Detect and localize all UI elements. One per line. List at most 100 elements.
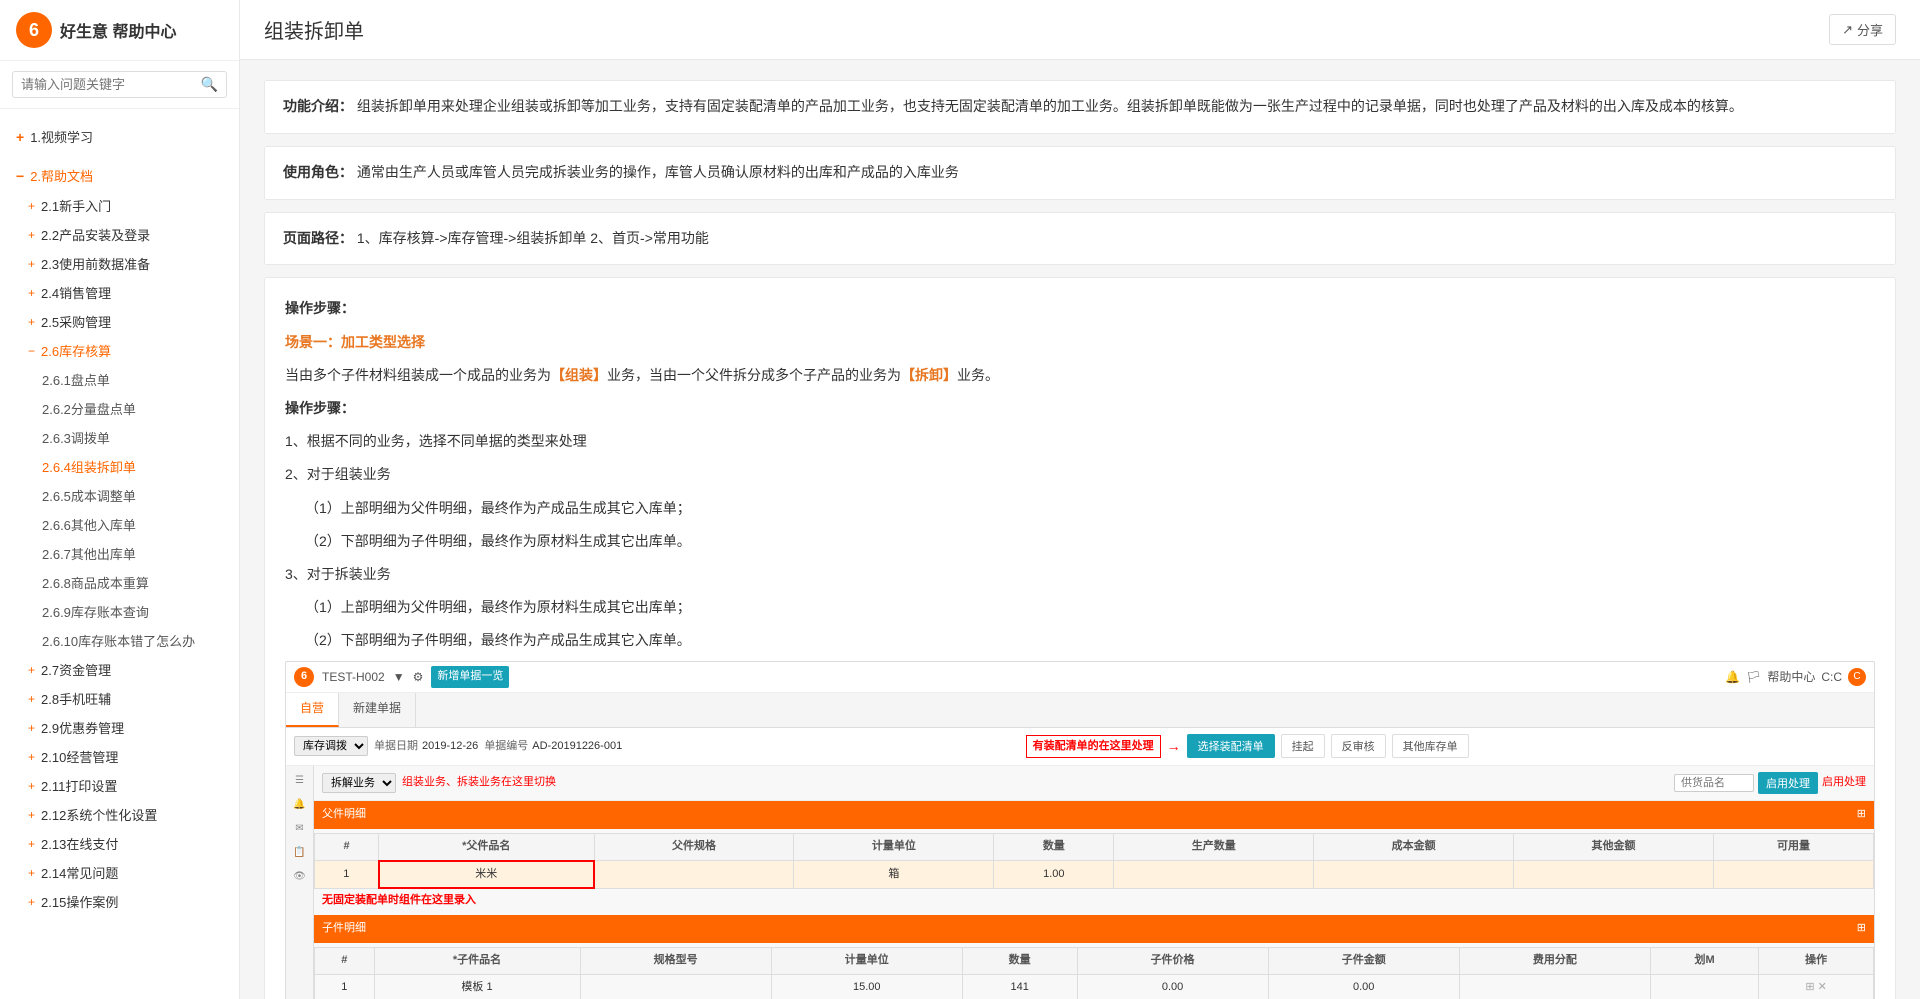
ss-select-btn[interactable]: 选择装配清单: [1187, 734, 1275, 758]
plus-icon: +: [28, 315, 35, 329]
ss-new-btn[interactable]: 新增单据一览: [431, 666, 509, 688]
ss-action-btn3[interactable]: 其他库存单: [1392, 734, 1469, 758]
sidebar-leaf-262[interactable]: 2.6.2分量盘点单: [0, 394, 239, 423]
sidebar-item-purchase[interactable]: + 2.5采购管理: [0, 307, 239, 336]
sidebar-sub-label: 2.1新手入门: [41, 196, 111, 215]
step2-sub1: （1）上部明细为父件明细，最终作为产成品生成其它入库单；: [285, 496, 1875, 521]
minus-icon: −: [16, 168, 24, 184]
ss-annotation-area: 有装配清单的在这里处理 → 选择装配清单 挂起 反审核 其他库存单: [628, 734, 1866, 759]
sidebar-leaf-269[interactable]: 2.6.9库存账本查询: [0, 597, 239, 626]
intro-text: 组装拆卸单用来处理企业组装或拆卸等加工业务，支持有固定装配清单的产品加工业务，也…: [357, 98, 1743, 114]
sidebar-item-cases[interactable]: + 2.15操作案例: [0, 887, 239, 916]
ss-biz-type[interactable]: 拆解业务: [322, 773, 396, 793]
ss-lr-n2: [580, 974, 771, 999]
sidebar-sub-label: 2.15操作案例: [41, 892, 118, 911]
ss-main-body: 拆解业务 组装业务、拆装业务在这里切换 启用处理 启用处理: [314, 766, 1874, 999]
ss-icon-3: ✉: [295, 820, 303, 838]
screenshot-body: ☰ 🔔 ✉ 📋 👁 拆解业务 组装业务、拆装业务在这里切换: [286, 766, 1874, 999]
sidebar-sub-label: 2.6库存核算: [41, 341, 111, 360]
ss-action-btn1[interactable]: 挂起: [1281, 734, 1325, 758]
step3-sub2: （2）下部明细为子件明细，最终作为产成品生成其它入库单。: [285, 628, 1875, 653]
ss-cell-cost: [1314, 861, 1514, 889]
ss-date-value: 2019-12-26: [422, 737, 478, 757]
sidebar-leaf-264[interactable]: 2.6.4组装拆卸单: [0, 452, 239, 481]
ss-lr-action[interactable]: ⊞ ✕: [1759, 974, 1874, 999]
sidebar-item-newcomer[interactable]: + 2.1新手入门: [0, 191, 239, 220]
ss-lr-n7: [1459, 974, 1650, 999]
ss-tab-2[interactable]: 新建单据: [339, 693, 416, 727]
step2: 2、对于组装业务: [285, 462, 1875, 487]
ss-expand-icon[interactable]: ⊞: [1857, 805, 1866, 825]
path-label: 页面路径：: [283, 230, 353, 246]
sidebar-sub-label: 2.8手机旺辅: [41, 689, 111, 708]
ss-upper-header: 父件明细 ⊞: [314, 801, 1874, 829]
share-button[interactable]: ↗ 分享: [1829, 14, 1896, 45]
ss-upper-header-label: 父件明细: [322, 805, 366, 825]
sidebar-item-coupon[interactable]: + 2.9优惠券管理: [0, 713, 239, 742]
sidebar-leaf-263[interactable]: 2.6.3调拨单: [0, 423, 239, 452]
ss-lower-expand[interactable]: ⊞: [1857, 919, 1866, 939]
ss-lr-num: 1: [315, 974, 375, 999]
ss-date-label: 单据日期: [374, 737, 418, 757]
ss-number-label: 单据编号: [484, 737, 528, 757]
ss-process-input[interactable]: [1674, 774, 1754, 792]
sidebar-item-finance[interactable]: + 2.7资金管理: [0, 655, 239, 684]
search-icon[interactable]: 🔍: [201, 76, 218, 93]
sidebar-item-install[interactable]: + 2.2产品安装及登录: [0, 220, 239, 249]
help-icon: 帮助中心: [1767, 667, 1815, 689]
ss-lr-n8: [1650, 974, 1758, 999]
sidebar-leaf-2610[interactable]: 2.6.10库存账本错了怎么办: [0, 626, 239, 655]
sidebar-sub-label: 2.10经营管理: [41, 747, 118, 766]
ss-action-btn2[interactable]: 反审核: [1331, 734, 1386, 758]
logo-icon: 6: [16, 12, 52, 48]
ss-lth-n8: 划M: [1650, 948, 1758, 975]
ss-settings-icon: ⚙: [413, 667, 424, 689]
sidebar-item-faq[interactable]: + 2.14常见问题: [0, 858, 239, 887]
plus-icon: +: [28, 257, 35, 271]
sidebar-item-video[interactable]: + 1.视频学习: [0, 121, 239, 152]
ss-lr-n1: 模板 1: [374, 974, 580, 999]
sidebar-item-mobile[interactable]: + 2.8手机旺辅: [0, 684, 239, 713]
sidebar-leaf-267[interactable]: 2.6.7其他出库单: [0, 539, 239, 568]
sidebar-item-customize[interactable]: + 2.12系统个性化设置: [0, 800, 239, 829]
sidebar-item-payment[interactable]: + 2.13在线支付: [0, 829, 239, 858]
sidebar-item-sales[interactable]: + 2.4销售管理: [0, 278, 239, 307]
ss-cell-unit: 箱: [794, 861, 994, 889]
sidebar-leaf-261[interactable]: 2.6.1盘点单: [0, 365, 239, 394]
ss-lower-header: 子件明细 ⊞: [314, 915, 1874, 943]
sidebar-leaf-265[interactable]: 2.6.5成本调整单: [0, 481, 239, 510]
search-input[interactable]: [21, 77, 201, 92]
share-label: 分享: [1857, 20, 1883, 39]
ss-biz-annotation: 组装业务、拆装业务在这里切换: [402, 773, 556, 793]
plus-icon: +: [28, 808, 35, 822]
sidebar-leaf-266[interactable]: 2.6.6其他入库单: [0, 510, 239, 539]
ss-top-right: 🔔 🏳 帮助中心 C:C C: [1725, 667, 1866, 689]
screenshot-tabs: 自营 新建单据: [286, 693, 1874, 728]
sidebar-item-data-prep[interactable]: + 2.3使用前数据准备: [0, 249, 239, 278]
sidebar-leaf-268[interactable]: 2.6.8商品成本重算: [0, 568, 239, 597]
arrow-icon: →: [1167, 734, 1181, 759]
plus-icon: +: [28, 228, 35, 242]
ss-cell-num: 1: [315, 861, 379, 889]
sidebar-sub-label: 2.7资金管理: [41, 660, 111, 679]
ss-tab-1[interactable]: 自营: [286, 693, 339, 727]
step3-sub1: （1）上部明细为父件明细，最终作为原材料生成其它出库单；: [285, 595, 1875, 620]
ss-date-group: 单据日期 2019-12-26: [374, 737, 478, 757]
ss-upper-table: # *父件品名 父件规格 计量单位 数量 生产数量 成本金额 其他金额 可用量: [314, 833, 1874, 890]
sidebar-item-inventory[interactable]: − 2.6库存核算: [0, 336, 239, 365]
role-label: 使用角色：: [283, 164, 353, 180]
ss-test-id: TEST-H002: [322, 667, 385, 689]
sidebar-item-print[interactable]: + 2.11打印设置: [0, 771, 239, 800]
plus-icon: +: [28, 779, 35, 793]
scene1-heading: 场景一：加工类型选择: [285, 334, 425, 350]
sidebar-item-docs[interactable]: − 2.帮助文档: [0, 160, 239, 191]
role-text: 通常由生产人员或库管人员完成拆装业务的操作，库管人员确认原材料的出库和产成品的入…: [357, 164, 959, 180]
role-box: 使用角色： 通常由生产人员或库管人员完成拆装业务的操作，库管人员确认原材料的出库…: [264, 146, 1896, 200]
sidebar-sub-label: 2.3使用前数据准备: [41, 254, 150, 273]
ss-process-group: 启用处理 启用处理: [1674, 772, 1866, 794]
scene1-desc: 当由多个子件材料组装成一个成品的业务为【组装】业务，当由一个父件拆分成多个子产品…: [285, 363, 1875, 388]
sidebar-item-management[interactable]: + 2.10经营管理: [0, 742, 239, 771]
ss-process-btn[interactable]: 启用处理: [1758, 772, 1818, 794]
path-box: 页面路径： 1、库存核算->库存管理->组装拆卸单 2、首页->常用功能: [264, 212, 1896, 266]
ss-type-select[interactable]: 库存调拨: [294, 736, 368, 756]
